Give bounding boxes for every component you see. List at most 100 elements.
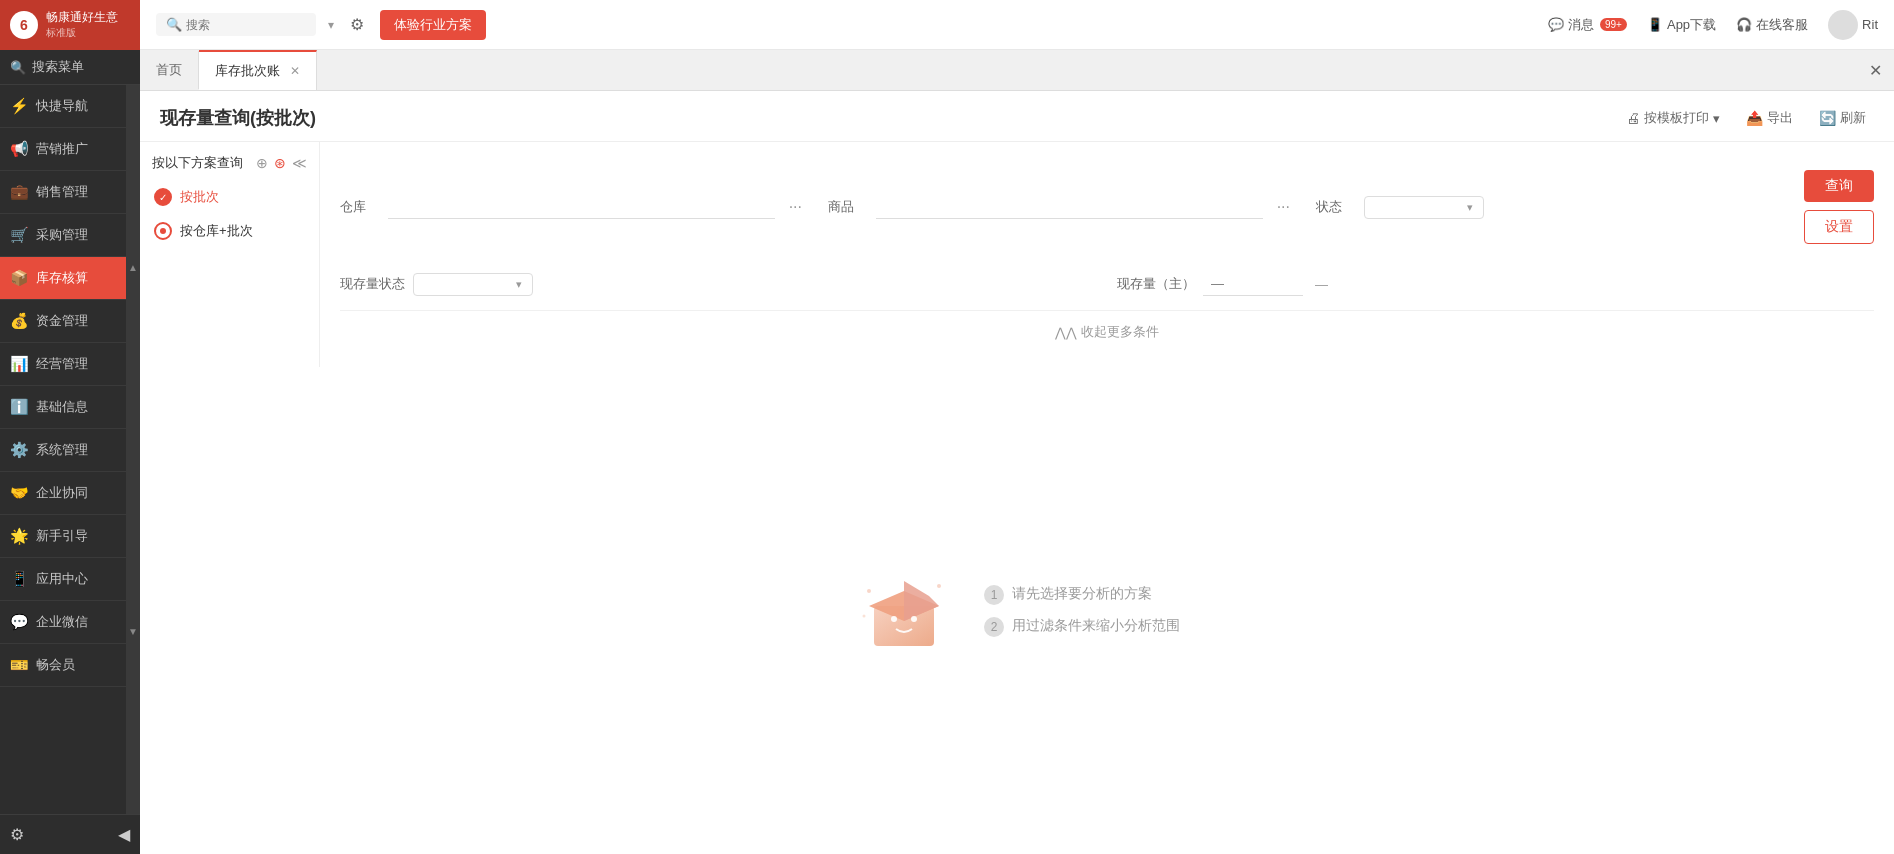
online-service-label: 在线客服 bbox=[1756, 16, 1808, 34]
scheme-item-batch[interactable]: 按批次 bbox=[140, 180, 319, 214]
tab-home-label: 首页 bbox=[156, 62, 182, 77]
print-label: 按模板打印 bbox=[1644, 109, 1709, 127]
sidebar-item-newguide[interactable]: 🌟 新手引导 bbox=[0, 515, 126, 558]
scroll-up-arrow[interactable]: ▲ bbox=[126, 85, 140, 450]
print-action-btn[interactable]: 🖨 按模板打印 ▾ bbox=[1618, 105, 1728, 131]
add-scheme-icon[interactable]: ⊕ bbox=[256, 155, 268, 171]
search-icon: 🔍 bbox=[10, 60, 26, 75]
tip-text-1: 请先选择要分析的方案 bbox=[1012, 585, 1152, 603]
sidebar-item-marketing[interactable]: 📢 营销推广 bbox=[0, 128, 126, 171]
warehouse-filter-input[interactable] bbox=[388, 195, 775, 219]
sidebar-item-member[interactable]: 🎫 畅会员 bbox=[0, 644, 126, 687]
stock-status-chevron-icon: ▾ bbox=[516, 278, 522, 291]
settings-scheme-icon[interactable]: ⊛ bbox=[274, 155, 286, 171]
scheme-item-warehouse-batch[interactable]: 按仓库+批次 bbox=[140, 214, 319, 248]
tab-close-all-button[interactable]: ✕ bbox=[1857, 51, 1894, 90]
newguide-icon: 🌟 bbox=[10, 527, 28, 545]
quicknav-icon: ⚡ bbox=[10, 97, 28, 115]
sidebar-item-label: 采购管理 bbox=[36, 226, 88, 244]
sidebar-item-label: 销售管理 bbox=[36, 183, 88, 201]
filter-stock-status-group: 现存量状态 ▾ bbox=[340, 273, 1097, 296]
empty-tips: 1 请先选择要分析的方案 2 用过滤条件来缩小分析范围 bbox=[984, 585, 1180, 637]
page-header: 现存量查询(按批次) 🖨 按模板打印 ▾ 📤 导出 🔄 刷新 bbox=[140, 91, 1894, 142]
svg-point-7 bbox=[863, 614, 866, 617]
sidebar-item-basic[interactable]: ℹ️ 基础信息 bbox=[0, 386, 126, 429]
user-avatar bbox=[1828, 10, 1858, 40]
main-container: 🔍 ▾ ⚙ 体验行业方案 💬 消息 99+ 📱 App下载 🎧 在线客服 Rit bbox=[140, 0, 1894, 854]
scheme-dot-batch bbox=[154, 188, 172, 206]
topbar-chevron-icon[interactable]: ▾ bbox=[328, 18, 334, 32]
sidebar-scroll-arrows: ▲ ▼ bbox=[126, 85, 140, 814]
product-filter-input[interactable] bbox=[876, 195, 1263, 219]
empty-state-icon bbox=[854, 561, 954, 661]
sidebar-item-label: 基础信息 bbox=[36, 398, 88, 416]
app-logo: 6 bbox=[10, 11, 38, 39]
sidebar-item-appcenter[interactable]: 📱 应用中心 bbox=[0, 558, 126, 601]
topbar-search-icon: 🔍 bbox=[166, 17, 182, 32]
tip-number-1: 1 bbox=[984, 585, 1004, 605]
tab-inventory-batch[interactable]: 库存批次账 ✕ bbox=[199, 50, 317, 90]
scheme-panel-title: 按以下方案查询 bbox=[152, 154, 243, 172]
tab-inventory-batch-label: 库存批次账 bbox=[215, 63, 280, 78]
sidebar-item-inventory[interactable]: 📦 库存核算 bbox=[0, 257, 126, 300]
filter-product-group: 商品 ··· bbox=[828, 195, 1296, 219]
sidebar-item-operations[interactable]: 📊 经营管理 bbox=[0, 343, 126, 386]
settings-button[interactable]: 设置 bbox=[1804, 210, 1874, 244]
svg-point-6 bbox=[937, 584, 941, 588]
collapse-conditions-btn[interactable]: ⋀⋀ 收起更多条件 bbox=[1045, 319, 1169, 345]
sidebar-item-system[interactable]: ⚙️ 系统管理 bbox=[0, 429, 126, 472]
export-action-btn[interactable]: 📤 导出 bbox=[1738, 105, 1801, 131]
finance-icon: 💰 bbox=[10, 312, 28, 330]
collapse-sidebar-icon[interactable]: ◀ bbox=[118, 825, 130, 844]
sidebar-header: 6 畅康通好生意 标准版 bbox=[0, 0, 140, 50]
topbar-search-box[interactable]: 🔍 bbox=[156, 13, 316, 36]
trial-industry-button[interactable]: 体验行业方案 bbox=[380, 10, 486, 40]
sidebar-item-label: 经营管理 bbox=[36, 355, 88, 373]
user-name: Rit bbox=[1862, 17, 1878, 32]
app-download-item[interactable]: 📱 App下载 bbox=[1647, 16, 1716, 34]
sidebar-item-label: 库存核算 bbox=[36, 269, 88, 287]
product-more-icon[interactable]: ··· bbox=[1271, 196, 1296, 218]
warehouse-filter-label: 仓库 bbox=[340, 198, 380, 216]
query-button[interactable]: 查询 bbox=[1804, 170, 1874, 202]
sidebar-search-item[interactable]: 🔍 搜索菜单 bbox=[0, 50, 140, 85]
refresh-action-btn[interactable]: 🔄 刷新 bbox=[1811, 105, 1874, 131]
sidebar-item-sales[interactable]: 💼 销售管理 bbox=[0, 171, 126, 214]
svg-point-3 bbox=[891, 616, 897, 622]
settings-footer-icon[interactable]: ⚙ bbox=[10, 825, 24, 844]
filter-row-1: 仓库 ··· 商品 ··· 状态 ▾ bbox=[340, 156, 1874, 258]
tab-close-icon[interactable]: ✕ bbox=[290, 64, 300, 78]
online-service-item[interactable]: 🎧 在线客服 bbox=[1736, 16, 1808, 34]
user-item[interactable]: Rit bbox=[1828, 10, 1878, 40]
collapse-scheme-icon[interactable]: ≪ bbox=[292, 155, 307, 171]
status-filter-select[interactable]: ▾ bbox=[1364, 196, 1484, 219]
sidebar-item-label: 应用中心 bbox=[36, 570, 88, 588]
messages-label: 消息 bbox=[1568, 16, 1594, 34]
stock-qty-from-input[interactable] bbox=[1203, 272, 1303, 296]
operations-icon: 📊 bbox=[10, 355, 28, 373]
scroll-down-arrow[interactable]: ▼ bbox=[126, 450, 140, 815]
sidebar-item-label: 企业微信 bbox=[36, 613, 88, 631]
refresh-icon: 🔄 bbox=[1819, 110, 1836, 126]
status-chevron-icon: ▾ bbox=[1467, 201, 1473, 214]
sidebar-item-label: 快捷导航 bbox=[36, 97, 88, 115]
collapse-up-icon: ⋀⋀ bbox=[1055, 325, 1077, 340]
topbar-search-input[interactable] bbox=[186, 18, 296, 32]
topbar-gear-icon[interactable]: ⚙ bbox=[350, 15, 364, 34]
warehouse-more-icon[interactable]: ··· bbox=[783, 196, 808, 218]
tab-home[interactable]: 首页 bbox=[140, 51, 199, 89]
messages-item[interactable]: 💬 消息 99+ bbox=[1548, 16, 1627, 34]
range-dash: — bbox=[1311, 277, 1332, 292]
empty-tip-2: 2 用过滤条件来缩小分析范围 bbox=[984, 617, 1180, 637]
service-icon: 🎧 bbox=[1736, 17, 1752, 32]
print-icon: 🖨 bbox=[1626, 110, 1640, 126]
sidebar-item-finance[interactable]: 💰 资金管理 bbox=[0, 300, 126, 343]
stock-status-select[interactable]: ▾ bbox=[413, 273, 533, 296]
sidebar-item-purchase[interactable]: 🛒 采购管理 bbox=[0, 214, 126, 257]
product-filter-label: 商品 bbox=[828, 198, 868, 216]
sidebar-item-corpwechat[interactable]: 💬 企业微信 bbox=[0, 601, 126, 644]
corpwechat-icon: 💬 bbox=[10, 613, 28, 631]
export-label: 导出 bbox=[1767, 109, 1793, 127]
sidebar-item-enterprise[interactable]: 🤝 企业协同 bbox=[0, 472, 126, 515]
sidebar-item-quicknav[interactable]: ⚡ 快捷导航 bbox=[0, 85, 126, 128]
